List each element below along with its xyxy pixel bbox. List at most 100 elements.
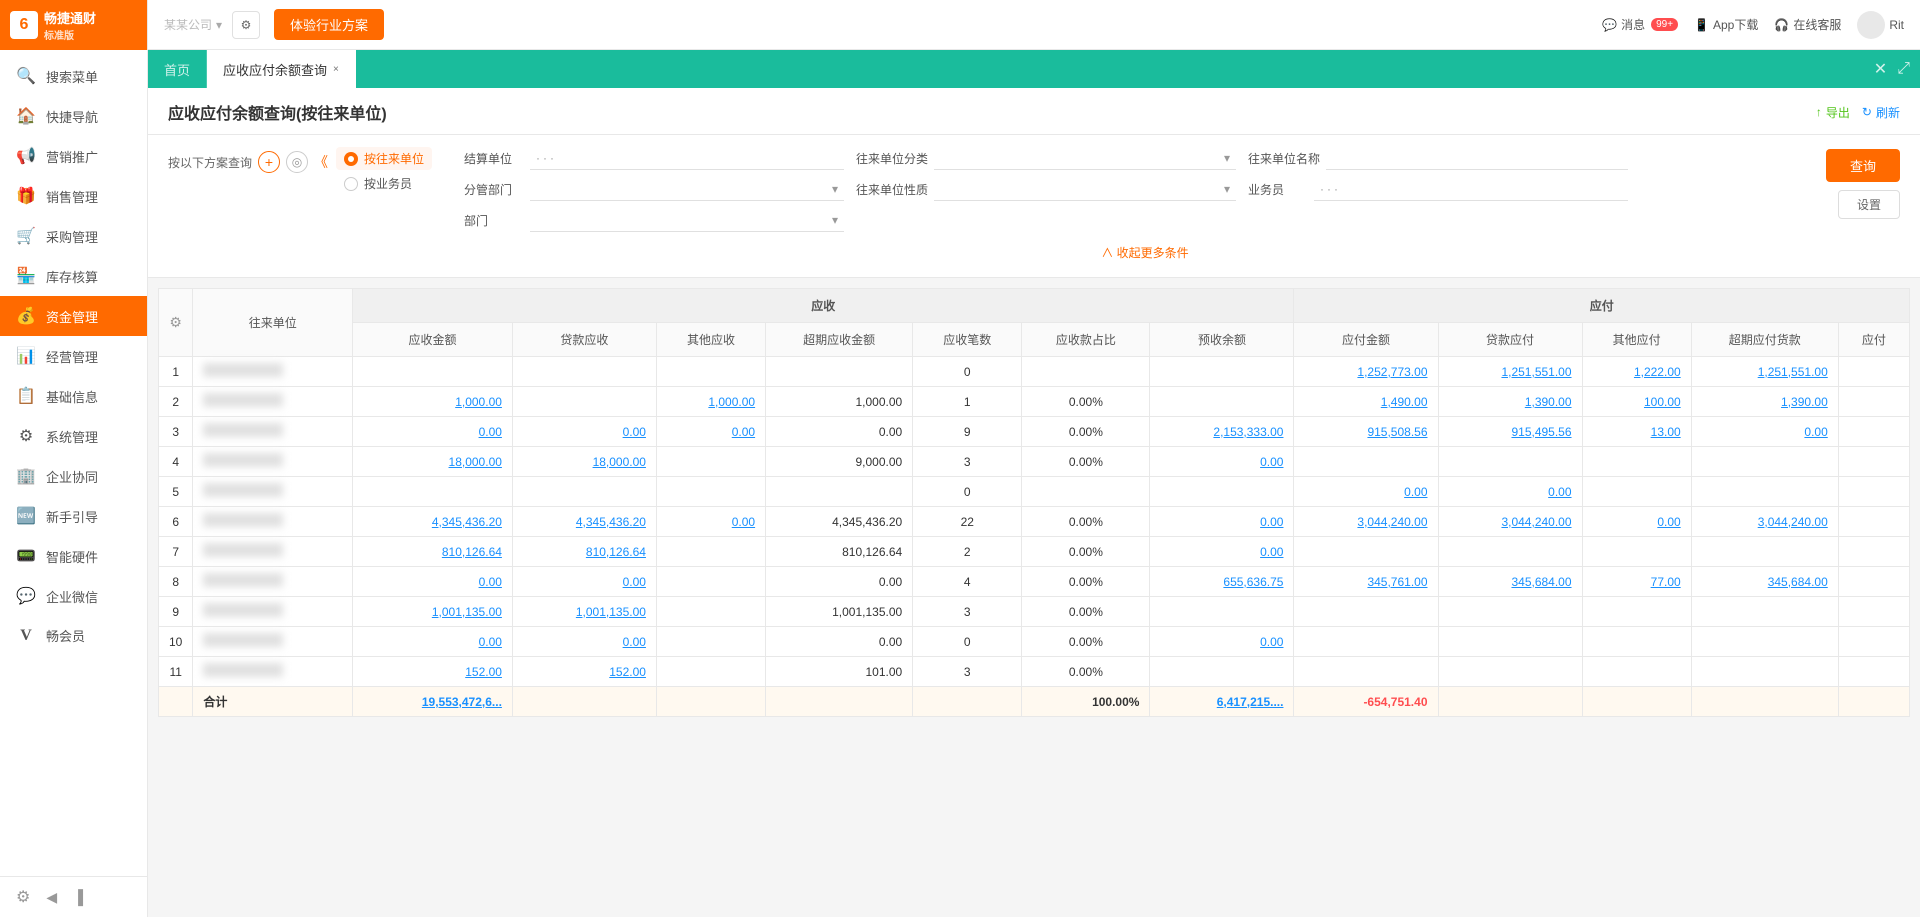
table-cell-link[interactable]: 0.00 [479,425,502,439]
settings-button[interactable]: 设置 [1838,190,1900,219]
table-cell-link[interactable]: 0.00 [1804,425,1827,439]
table-cell-link[interactable]: 100.00 [1644,395,1681,409]
table-cell-link[interactable]: 655,636.75 [1223,575,1283,589]
sidebar-item-member[interactable]: V 畅会员 [0,616,147,655]
branch-dept-select[interactable]: ▾ [530,209,844,232]
table-cell-link[interactable]: 1,222.00 [1634,365,1681,379]
pause-footer-btn[interactable]: ▐ [73,889,83,905]
table-cell-link[interactable]: 0.00 [1404,485,1427,499]
table-cell-link[interactable]: 345,761.00 [1367,575,1427,589]
export-button[interactable]: ↑ 导出 [1816,104,1850,121]
table-cell-link[interactable]: 1,390.00 [1525,395,1572,409]
sidebar-item-marketing[interactable]: 📢 营销推广 [0,136,147,176]
user-avatar-area[interactable]: Rit [1857,11,1904,39]
filter-schema-button[interactable]: ◎ [286,151,308,173]
table-cell-link[interactable]: 4,345,436.20 [432,515,502,529]
table-cell-link[interactable]: 3,044,240.00 [1501,515,1571,529]
sidebar-item-corp[interactable]: 🏢 企业协同 [0,456,147,496]
sidebar-item-basic[interactable]: 📋 基础信息 [0,376,147,416]
table-cell-link[interactable]: 0.00 [1260,545,1283,559]
tab-close-window-icon[interactable]: ✕ [1874,59,1887,79]
sidebar-item-sales[interactable]: 🎁 销售管理 [0,176,147,216]
table-cell-link[interactable]: 0.00 [1260,635,1283,649]
filter-add-button[interactable]: + [258,151,280,173]
table-cell-link[interactable]: 810,126.64 [442,545,502,559]
scheme-by-salesman[interactable]: 按业务员 [336,172,432,195]
tab-home[interactable]: 首页 [148,50,207,88]
filter-collapse-button[interactable]: 《 [314,152,328,172]
query-button[interactable]: 查询 [1826,149,1900,182]
table-cell-link[interactable]: 1,000.00 [708,395,755,409]
partner-nature-select[interactable]: ▾ [934,178,1236,201]
table-cell-link[interactable]: 1,390.00 [1781,395,1828,409]
table-cell-link[interactable]: 1,001,135.00 [432,605,502,619]
sidebar-item-purchase[interactable]: 🛒 采购管理 [0,216,147,256]
table-cell-link[interactable]: 77.00 [1651,575,1681,589]
dept-select[interactable]: ▾ [530,178,844,201]
table-cell-link[interactable]: 0.00 [479,575,502,589]
table-cell-link[interactable]: 18,000.00 [449,455,502,469]
sidebar-item-operations[interactable]: 📊 经营管理 [0,336,147,376]
message-action[interactable]: 💬 消息 99+ [1602,16,1678,33]
table-cell-link[interactable]: 4,345,436.20 [576,515,646,529]
refresh-button[interactable]: ↻ 刷新 [1862,104,1900,121]
total-recv-amount-link[interactable]: 19,553,472,6... [422,695,502,709]
sidebar-item-guide[interactable]: 🆕 新手引导 [0,496,147,536]
sidebar-item-warehouse[interactable]: 🏪 库存核算 [0,256,147,296]
table-cell-link[interactable]: 1,251,551.00 [1758,365,1828,379]
table-cell-link[interactable]: 0.00 [623,575,646,589]
table-cell-link[interactable]: 2,153,333.00 [1213,425,1283,439]
settings-button[interactable]: ⚙ [232,11,260,39]
table-cell-link[interactable]: 0.00 [1260,455,1283,469]
table-cell-link[interactable]: 0.00 [732,515,755,529]
table-cell-link[interactable]: 3,044,240.00 [1758,515,1828,529]
table-cell: 0.00 [512,567,656,597]
table-cell-link[interactable]: 0.00 [479,635,502,649]
sidebar-item-hardware[interactable]: 📟 智能硬件 [0,536,147,576]
salesman-input[interactable]: ··· [1314,178,1628,201]
tab-close-icon[interactable]: × [333,64,339,75]
sidebar-item-wechat[interactable]: 💬 企业微信 [0,576,147,616]
table-cell-link[interactable]: 0.00 [1657,515,1680,529]
sidebar-item-nav[interactable]: 🏠 快捷导航 [0,96,147,136]
partner-category-select[interactable]: ▾ [934,147,1236,170]
sidebar-item-system[interactable]: ⚙ 系统管理 [0,416,147,456]
tab-receivables[interactable]: 应收应付余额查询 × [207,50,356,88]
online-service-action[interactable]: 🎧 在线客服 [1774,16,1841,33]
collapse-footer-btn[interactable]: ◀ [46,889,57,906]
table-cell-link[interactable]: 810,126.64 [586,545,646,559]
table-cell-link[interactable]: 0.00 [1548,485,1571,499]
collapse-more-button[interactable]: ∧ 收起更多条件 [1101,246,1188,260]
sidebar-item-search[interactable]: 🔍 搜索菜单 [0,56,147,96]
partner-name-cell [193,597,353,627]
scheme-by-partner[interactable]: 按往来单位 [336,147,432,170]
table-cell-link[interactable]: 1,251,551.00 [1501,365,1571,379]
promo-button[interactable]: 体验行业方案 [274,9,384,40]
table-cell-link[interactable]: 0.00 [1260,515,1283,529]
table-cell-link[interactable]: 1,252,773.00 [1357,365,1427,379]
table-cell-link[interactable]: 915,508.56 [1367,425,1427,439]
table-cell-link[interactable]: 1,490.00 [1381,395,1428,409]
app-download-action[interactable]: 📱 App下载 [1694,16,1758,33]
table-cell-link[interactable]: 13.00 [1651,425,1681,439]
table-cell-link[interactable]: 345,684.00 [1768,575,1828,589]
tab-expand-icon[interactable]: ⤢ [1897,60,1910,78]
breadcrumb-arrow-icon[interactable]: ▾ [216,18,222,32]
partner-name-input[interactable] [1326,147,1628,170]
table-cell-link[interactable]: 0.00 [623,425,646,439]
settlement-unit-input[interactable]: ··· [530,147,844,170]
table-cell-link[interactable]: 915,495.56 [1511,425,1571,439]
sidebar-item-finance[interactable]: 💰 资金管理 [0,296,147,336]
table-cell-link[interactable]: 152.00 [465,665,502,679]
table-cell-link[interactable]: 345,684.00 [1511,575,1571,589]
settings-footer-icon[interactable]: ⚙ [16,887,30,907]
table-cell-link[interactable]: 0.00 [732,425,755,439]
total-prepay-link[interactable]: 6,417,215.... [1217,695,1284,709]
table-cell-link[interactable]: 1,000.00 [455,395,502,409]
table-cell-link[interactable]: 0.00 [623,635,646,649]
table-cell-link[interactable]: 1,001,135.00 [576,605,646,619]
table-cell-link[interactable]: 3,044,240.00 [1357,515,1427,529]
table-cell-link[interactable]: 152.00 [609,665,646,679]
table-settings-icon[interactable]: ⚙ [169,314,182,330]
table-cell-link[interactable]: 18,000.00 [593,455,646,469]
